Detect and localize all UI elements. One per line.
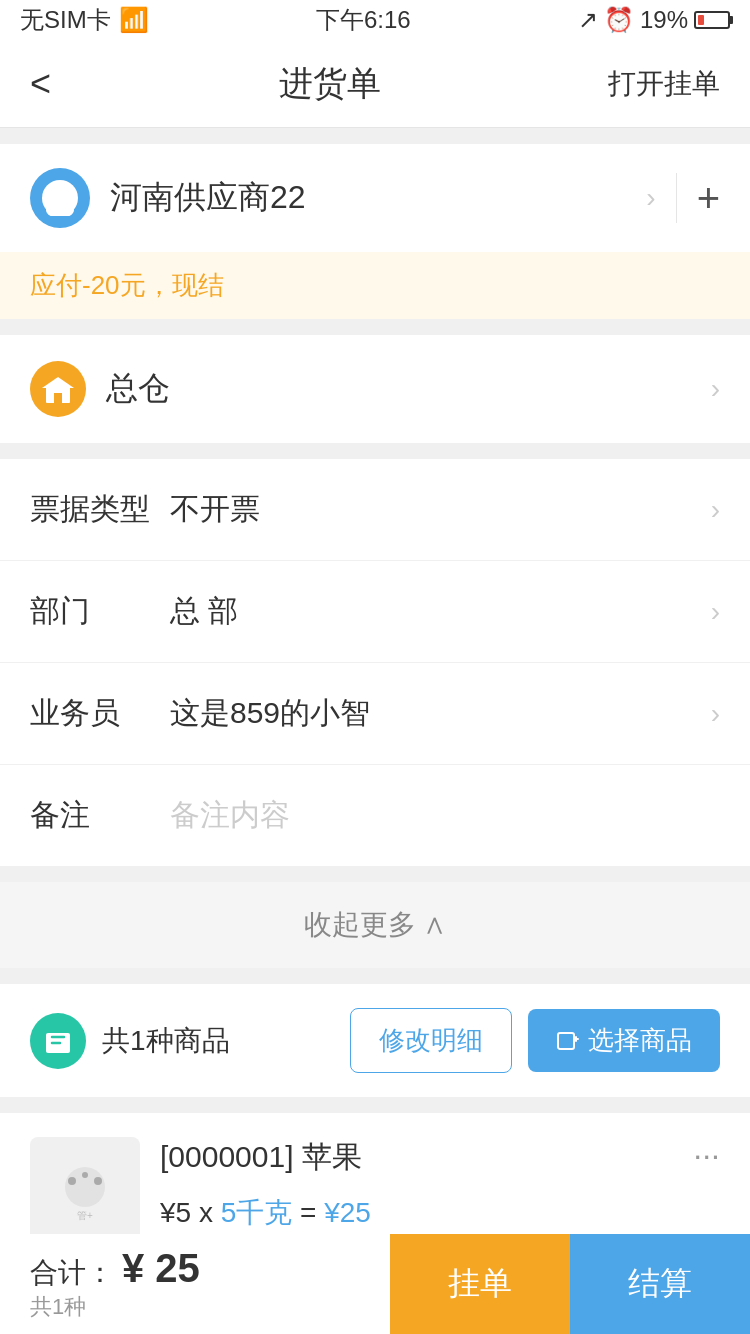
product-name-text: 苹果 <box>302 1140 362 1173</box>
invoice-type-label: 票据类型 <box>30 489 150 530</box>
open-pending-button[interactable]: 打开挂单 <box>608 65 720 103</box>
supplier-avatar <box>30 168 90 228</box>
product-more-button[interactable]: ··· <box>677 1137 720 1174</box>
department-label: 部门 <box>30 591 150 632</box>
nav-bar: < 进货单 打开挂单 <box>0 40 750 128</box>
department-arrow-icon: › <box>711 596 720 628</box>
divider <box>676 173 677 223</box>
svg-point-9 <box>82 1172 88 1178</box>
select-product-button[interactable]: 选择商品 <box>528 1009 720 1072</box>
salesperson-row[interactable]: 业务员 这是859的小智 › <box>0 663 750 765</box>
department-value: 总 部 <box>150 591 711 632</box>
supplier-arrow-icon: › <box>646 182 655 214</box>
carrier-label: 无SIM卡 <box>20 4 111 36</box>
products-count: 共1种商品 <box>102 1022 350 1060</box>
remark-row[interactable]: 备注 备注内容 <box>0 765 750 866</box>
products-header: 共1种商品 修改明细 选择商品 <box>0 984 750 1097</box>
alarm-icon: ⏰ <box>604 6 634 34</box>
quantity: 5千克 <box>221 1197 293 1228</box>
product-thumbnail: 管+ <box>30 1137 140 1247</box>
product-price: ¥5 x 5千克 = ¥25 <box>160 1194 677 1232</box>
total-price: ¥25 <box>324 1197 371 1228</box>
form-section: 票据类型 不开票 › 部门 总 部 › 业务员 这是859的小智 › 备注 备注… <box>0 459 750 866</box>
remark-value[interactable]: 备注内容 <box>150 795 720 836</box>
warehouse-section: 总仓 › <box>0 335 750 443</box>
edit-detail-button[interactable]: 修改明细 <box>350 1008 512 1073</box>
invoice-arrow-icon: › <box>711 494 720 526</box>
unit-price: ¥5 x <box>160 1197 221 1228</box>
supplier-row[interactable]: 河南供应商22 › + <box>0 144 750 252</box>
product-name: [0000001] 苹果 <box>160 1137 677 1178</box>
select-product-label: 选择商品 <box>588 1023 692 1058</box>
page-title: 进货单 <box>279 61 381 107</box>
invoice-type-row[interactable]: 票据类型 不开票 › <box>0 459 750 561</box>
warehouse-name: 总仓 <box>106 367 711 411</box>
invoice-type-value: 不开票 <box>150 489 711 530</box>
remark-label: 备注 <box>30 795 150 836</box>
department-row[interactable]: 部门 总 部 › <box>0 561 750 663</box>
total-sub: 共1种 <box>30 1292 360 1322</box>
svg-point-0 <box>52 186 68 202</box>
battery-icon <box>694 11 730 29</box>
total-label-row: 合计： ¥ 25 <box>30 1246 360 1292</box>
location-icon: ↗ <box>578 6 598 34</box>
status-left: 无SIM卡 📶 <box>20 4 149 36</box>
supplier-name: 河南供应商22 <box>110 176 646 220</box>
time-label: 下午6:16 <box>316 4 411 36</box>
svg-point-8 <box>68 1177 76 1185</box>
payment-notice: 应付-20元，现结 <box>0 252 750 319</box>
svg-point-1 <box>46 202 74 216</box>
svg-point-10 <box>94 1177 102 1185</box>
warehouse-arrow-icon: › <box>711 373 720 405</box>
svg-rect-6 <box>558 1033 574 1049</box>
status-right: ↗ ⏰ 19% <box>578 6 730 34</box>
add-supplier-button[interactable]: + <box>697 176 720 221</box>
total-section: 合计： ¥ 25 共1种 <box>0 1246 390 1322</box>
products-icon-wrap <box>30 1013 86 1069</box>
salesperson-arrow-icon: › <box>711 698 720 730</box>
product-code: [0000001] <box>160 1140 302 1173</box>
total-text: 合计： <box>30 1254 114 1292</box>
avatar-icon <box>42 180 78 216</box>
bottom-bar: 合计： ¥ 25 共1种 挂单 结算 <box>0 1234 750 1334</box>
settle-button[interactable]: 结算 <box>570 1234 750 1334</box>
svg-text:管+: 管+ <box>77 1210 93 1221</box>
wifi-icon: 📶 <box>119 6 149 34</box>
total-amount: ¥ 25 <box>122 1246 200 1291</box>
svg-rect-4 <box>54 393 62 403</box>
equals: = <box>292 1197 324 1228</box>
supplier-section: 河南供应商22 › + 应付-20元，现结 <box>0 144 750 319</box>
salesperson-label: 业务员 <box>30 693 150 734</box>
product-info: [0000001] 苹果 ¥5 x 5千克 = ¥25 <box>160 1137 677 1232</box>
battery-percent: 19% <box>640 6 688 34</box>
collapse-button[interactable]: 收起更多 ∧ <box>0 882 750 968</box>
warehouse-row[interactable]: 总仓 › <box>0 335 750 443</box>
back-button[interactable]: < <box>30 63 51 105</box>
salesperson-value: 这是859的小智 <box>150 693 711 734</box>
warehouse-icon-wrap <box>30 361 86 417</box>
status-bar: 无SIM卡 📶 下午6:16 ↗ ⏰ 19% <box>0 0 750 40</box>
hang-button[interactable]: 挂单 <box>390 1234 570 1334</box>
svg-marker-3 <box>42 377 74 388</box>
